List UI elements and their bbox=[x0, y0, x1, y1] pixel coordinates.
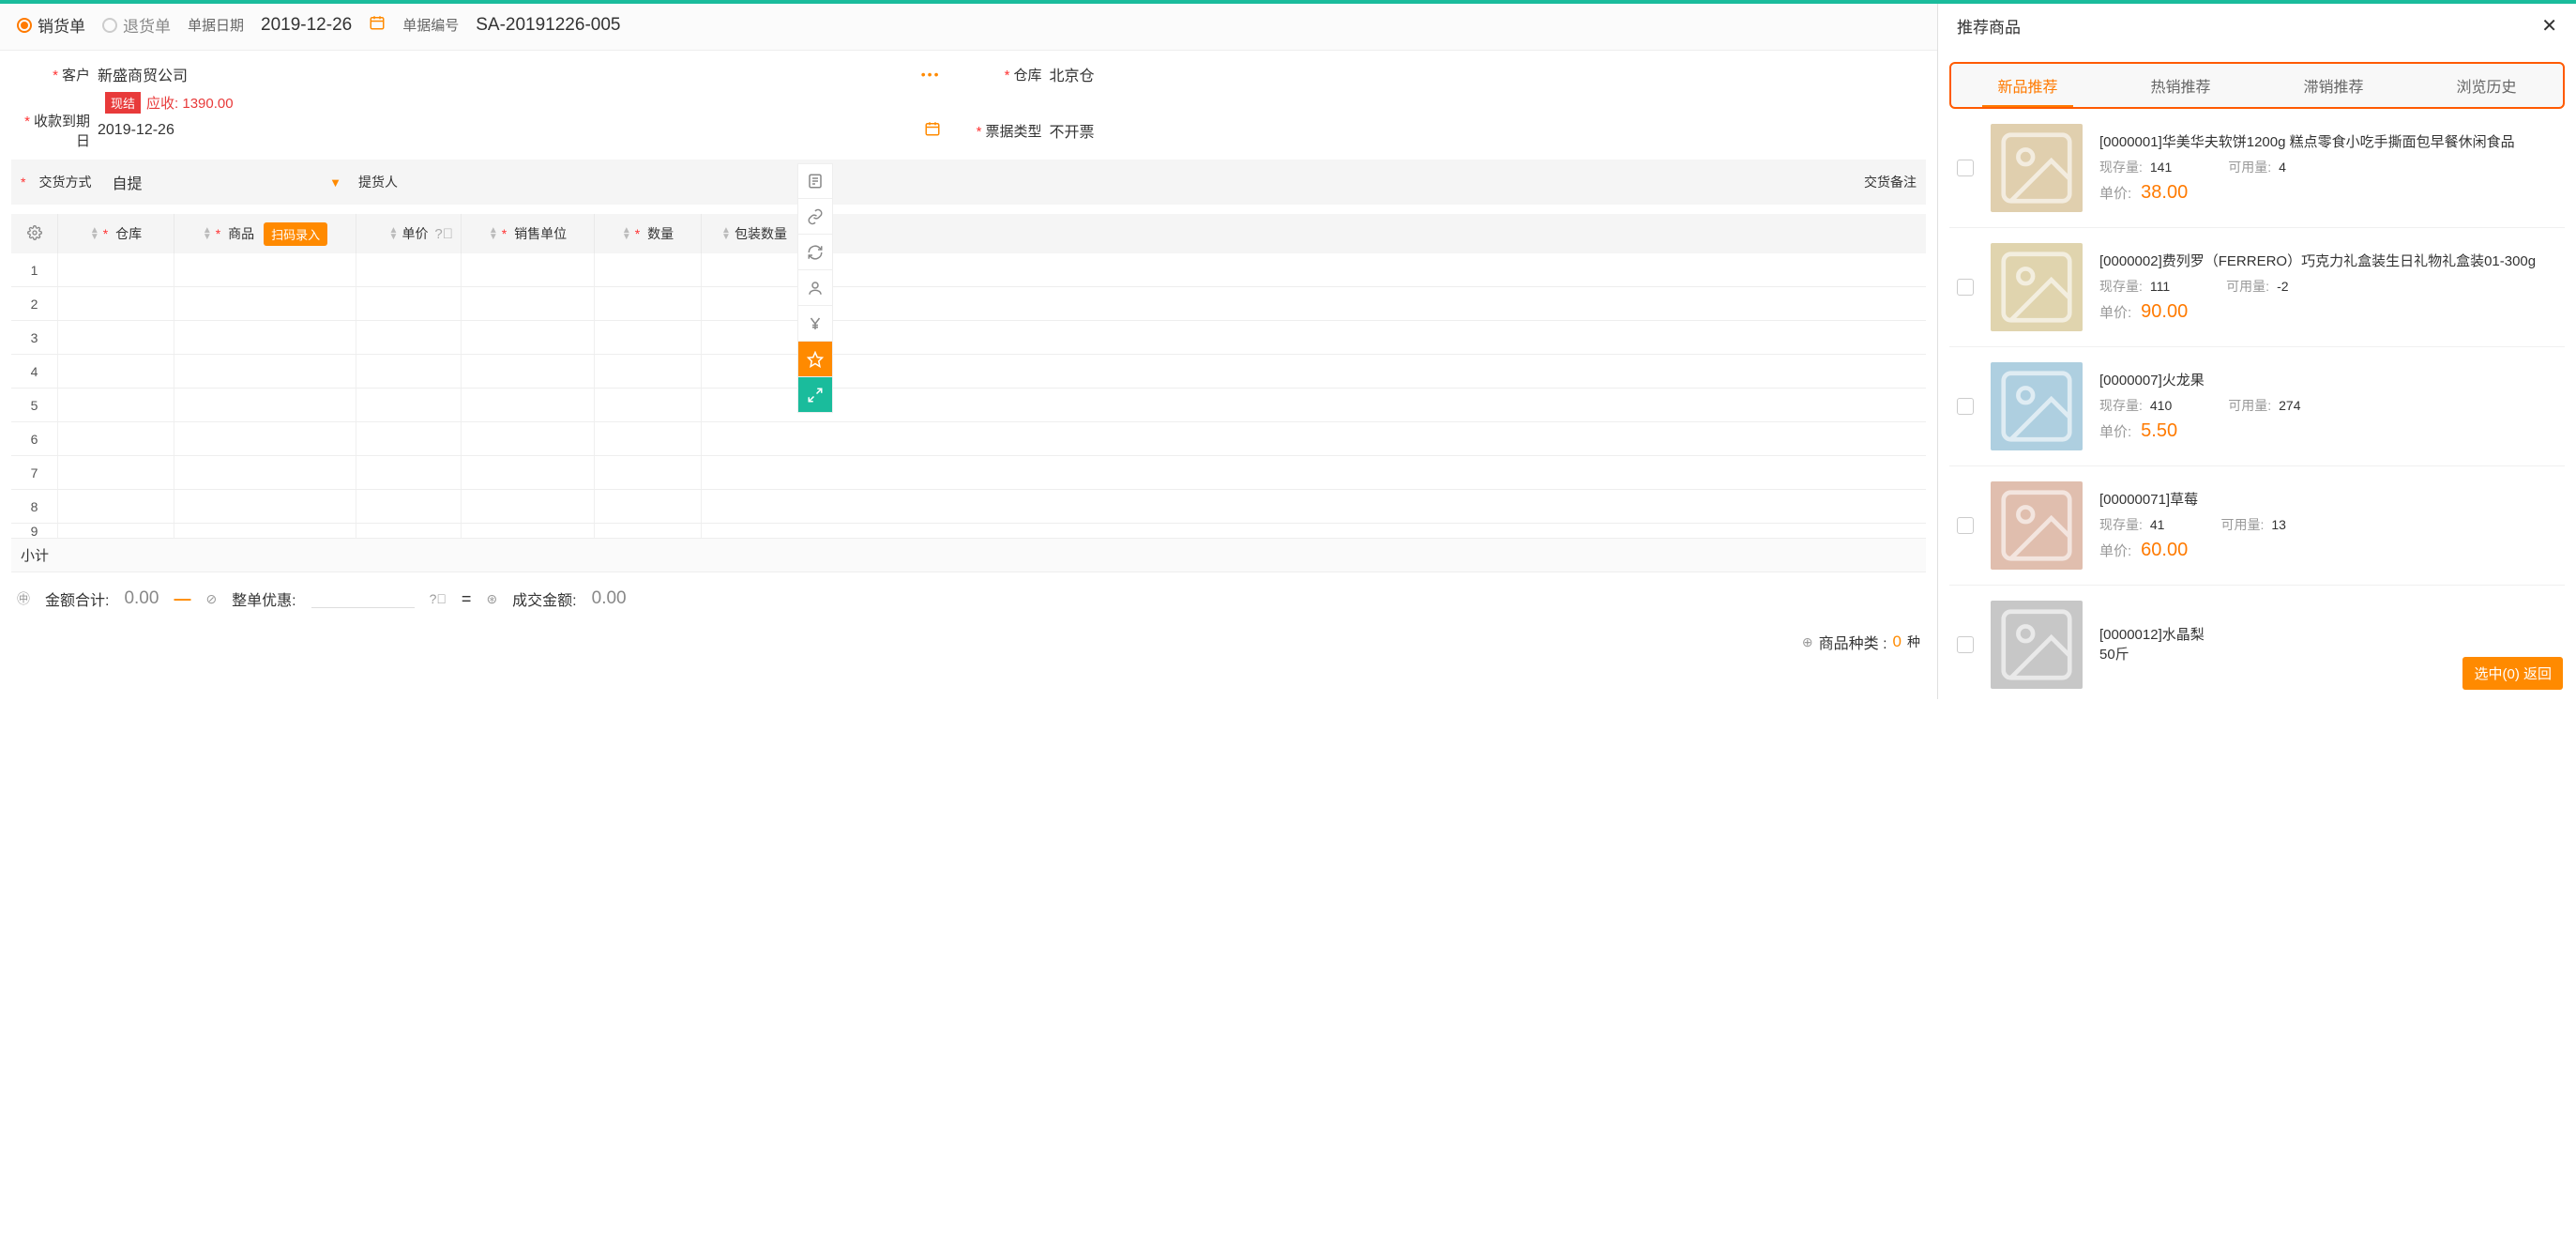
rec-tab-3[interactable]: 浏览历史 bbox=[2410, 64, 2563, 107]
delivery-remark-label: 交货备注 bbox=[1864, 173, 1917, 191]
calendar-icon[interactable] bbox=[924, 120, 941, 142]
side-sync-icon[interactable] bbox=[797, 235, 833, 270]
rec-tab-1[interactable]: 热销推荐 bbox=[2104, 64, 2257, 107]
customer-label: 客户 bbox=[62, 68, 90, 84]
summary-suffix: 种 bbox=[1907, 633, 1920, 651]
discount-icon: ⊘ bbox=[205, 591, 217, 607]
invoice-type-label: 票据类型 bbox=[985, 124, 1041, 140]
doc-type-radio-group: 销货单 退货单 bbox=[17, 13, 171, 37]
side-yen-icon[interactable] bbox=[797, 306, 833, 342]
yen-icon: ㊥ bbox=[17, 589, 30, 608]
amount-total-label: 金额合计: bbox=[45, 587, 109, 610]
side-expand-icon[interactable] bbox=[797, 377, 833, 413]
product-thumb bbox=[1991, 601, 2083, 689]
col-pack-qty[interactable]: ▲▼ 包装数量 bbox=[702, 214, 807, 253]
deal-icon: ⊛ bbox=[486, 591, 497, 607]
side-note-icon[interactable] bbox=[797, 163, 833, 199]
product-item: [0000002]费列罗（FERRERO）巧克力礼盒装生日礼物礼盒装01-300… bbox=[1949, 228, 2565, 347]
amount-total-value: 0.00 bbox=[124, 588, 159, 609]
discount-label: 整单优惠: bbox=[232, 587, 295, 610]
rec-tab-2[interactable]: 滞销推荐 bbox=[2257, 64, 2410, 107]
panel-title: 推荐商品 bbox=[1957, 14, 2021, 38]
product-thumb bbox=[1991, 124, 2083, 212]
summary-label: 商品种类 : bbox=[1819, 631, 1887, 653]
table-row[interactable]: 3 bbox=[11, 321, 1926, 355]
delivery-bar: * 交货方式 自提 ▼ 提货人 交货备注 bbox=[11, 160, 1926, 205]
product-item: [0000001]华美华夫软饼1200g 糕点零食小吃手撕面包早餐休闲食品 现存… bbox=[1949, 109, 2565, 228]
due-date-value[interactable]: 2019-12-26 bbox=[98, 122, 924, 139]
grid-header: ▲▼ *仓库 ▲▼ *商品 扫码录入 ▲▼ 单价 ?⃝ ▲▼ *销售单位 bbox=[11, 214, 1926, 253]
picker-label: 提货人 bbox=[358, 173, 398, 191]
doc-no-value: SA-20191226-005 bbox=[476, 15, 620, 36]
col-qty[interactable]: ▲▼ *数量 bbox=[595, 214, 702, 253]
rec-tab-0[interactable]: 新品推荐 bbox=[1951, 64, 2104, 107]
radio-sale-label: 销货单 bbox=[38, 13, 85, 37]
doc-date-value[interactable]: 2019-12-26 bbox=[261, 15, 352, 36]
deal-amount-value: 0.00 bbox=[592, 588, 627, 609]
col-settings[interactable] bbox=[11, 214, 58, 253]
product-checkbox[interactable] bbox=[1957, 517, 1974, 534]
col-warehouse[interactable]: ▲▼ *仓库 bbox=[58, 214, 174, 253]
product-thumb bbox=[1991, 243, 2083, 331]
topbar: 销货单 退货单 单据日期 2019-12-26 单据编号 SA-20191226… bbox=[0, 0, 1937, 51]
close-icon[interactable]: ✕ bbox=[2541, 14, 2557, 38]
side-star-icon[interactable] bbox=[797, 342, 833, 377]
product-name: [0000002]费列罗（FERRERO）巧克力礼盒装生日礼物礼盒装01-300… bbox=[2099, 252, 2557, 271]
side-user-icon[interactable] bbox=[797, 270, 833, 306]
invoice-type-value[interactable]: 不开票 bbox=[1050, 119, 1921, 142]
table-row[interactable]: 1 bbox=[11, 253, 1926, 287]
product-item: [00000071]草莓 现存量:41可用量:13单价:60.00 bbox=[1949, 466, 2565, 586]
table-row[interactable]: 8 bbox=[11, 490, 1926, 524]
equals-icon: = bbox=[462, 589, 472, 609]
table-row[interactable]: 4 bbox=[11, 355, 1926, 389]
product-thumb bbox=[1991, 481, 2083, 570]
product-name: [00000071]草莓 bbox=[2099, 490, 2557, 510]
customer-value[interactable]: 新盛商贸公司 bbox=[98, 63, 921, 85]
warehouse-label: 仓库 bbox=[1013, 68, 1041, 84]
product-name: [0000001]华美华夫软饼1200g 糕点零食小吃手撕面包早餐休闲食品 bbox=[2099, 132, 2557, 152]
recommendation-tabs: 新品推荐热销推荐滞销推荐浏览历史 bbox=[1949, 62, 2565, 109]
table-row[interactable]: 2 bbox=[11, 287, 1926, 321]
help-icon[interactable]: ?⃝ bbox=[430, 591, 447, 606]
doc-no-label: 单据编号 bbox=[402, 15, 459, 35]
product-item: [0000007]火龙果 现存量:410可用量:274单价:5.50 bbox=[1949, 347, 2565, 466]
col-price[interactable]: ▲▼ 单价 ?⃝ bbox=[356, 214, 462, 253]
product-thumb bbox=[1991, 362, 2083, 450]
product-checkbox[interactable] bbox=[1957, 160, 1974, 176]
select-return-button[interactable]: 选中(0) 返回 bbox=[2462, 657, 2563, 690]
radio-return[interactable]: 退货单 bbox=[102, 13, 171, 37]
chevron-down-icon[interactable]: ▼ bbox=[329, 175, 341, 190]
col-unit[interactable]: ▲▼ *销售单位 bbox=[462, 214, 595, 253]
discount-input[interactable] bbox=[311, 590, 415, 608]
summary-icon: ⊕ bbox=[1802, 634, 1813, 650]
warehouse-value[interactable]: 北京仓 bbox=[1050, 63, 1921, 85]
delivery-method-select[interactable]: 自提 bbox=[112, 171, 142, 193]
summary-value: 0 bbox=[1893, 633, 1902, 651]
totals-row: ㊥ 金额合计: 0.00 — ⊘ 整单优惠: ?⃝ = ⊛ 成交金额: 0.00 bbox=[0, 572, 1937, 625]
table-row[interactable]: 7 bbox=[11, 456, 1926, 490]
product-list: [0000001]华美华夫软饼1200g 糕点零食小吃手撕面包早餐休闲食品 现存… bbox=[1938, 109, 2576, 699]
due-date-label: 收款到期日 bbox=[34, 114, 90, 149]
customer-more-icon[interactable]: ••• bbox=[921, 67, 941, 82]
side-toolbar bbox=[797, 163, 833, 413]
side-link-icon[interactable] bbox=[797, 199, 833, 235]
col-product[interactable]: ▲▼ *商品 扫码录入 bbox=[174, 214, 356, 253]
doc-date-label: 单据日期 bbox=[188, 15, 244, 35]
product-checkbox[interactable] bbox=[1957, 279, 1974, 296]
product-name: [0000007]火龙果 bbox=[2099, 371, 2557, 390]
recommendation-panel: 推荐商品 ✕ 新品推荐热销推荐滞销推荐浏览历史 [0000001]华美华夫软饼1… bbox=[1938, 0, 2576, 699]
gear-icon bbox=[27, 225, 42, 243]
radio-sale[interactable]: 销货单 bbox=[17, 13, 85, 37]
radio-return-label: 退货单 bbox=[123, 13, 171, 37]
minus-icon: — bbox=[174, 589, 190, 609]
product-checkbox[interactable] bbox=[1957, 398, 1974, 415]
calendar-icon[interactable] bbox=[369, 14, 386, 36]
delivery-method-label: 交货方式 bbox=[38, 173, 91, 191]
help-icon[interactable]: ?⃝ bbox=[434, 226, 453, 242]
deal-amount-label: 成交金额: bbox=[512, 587, 576, 610]
table-row[interactable]: 6 bbox=[11, 422, 1926, 456]
product-checkbox[interactable] bbox=[1957, 636, 1974, 653]
table-row[interactable]: 5 bbox=[11, 389, 1926, 422]
scan-entry-badge[interactable]: 扫码录入 bbox=[264, 222, 327, 246]
